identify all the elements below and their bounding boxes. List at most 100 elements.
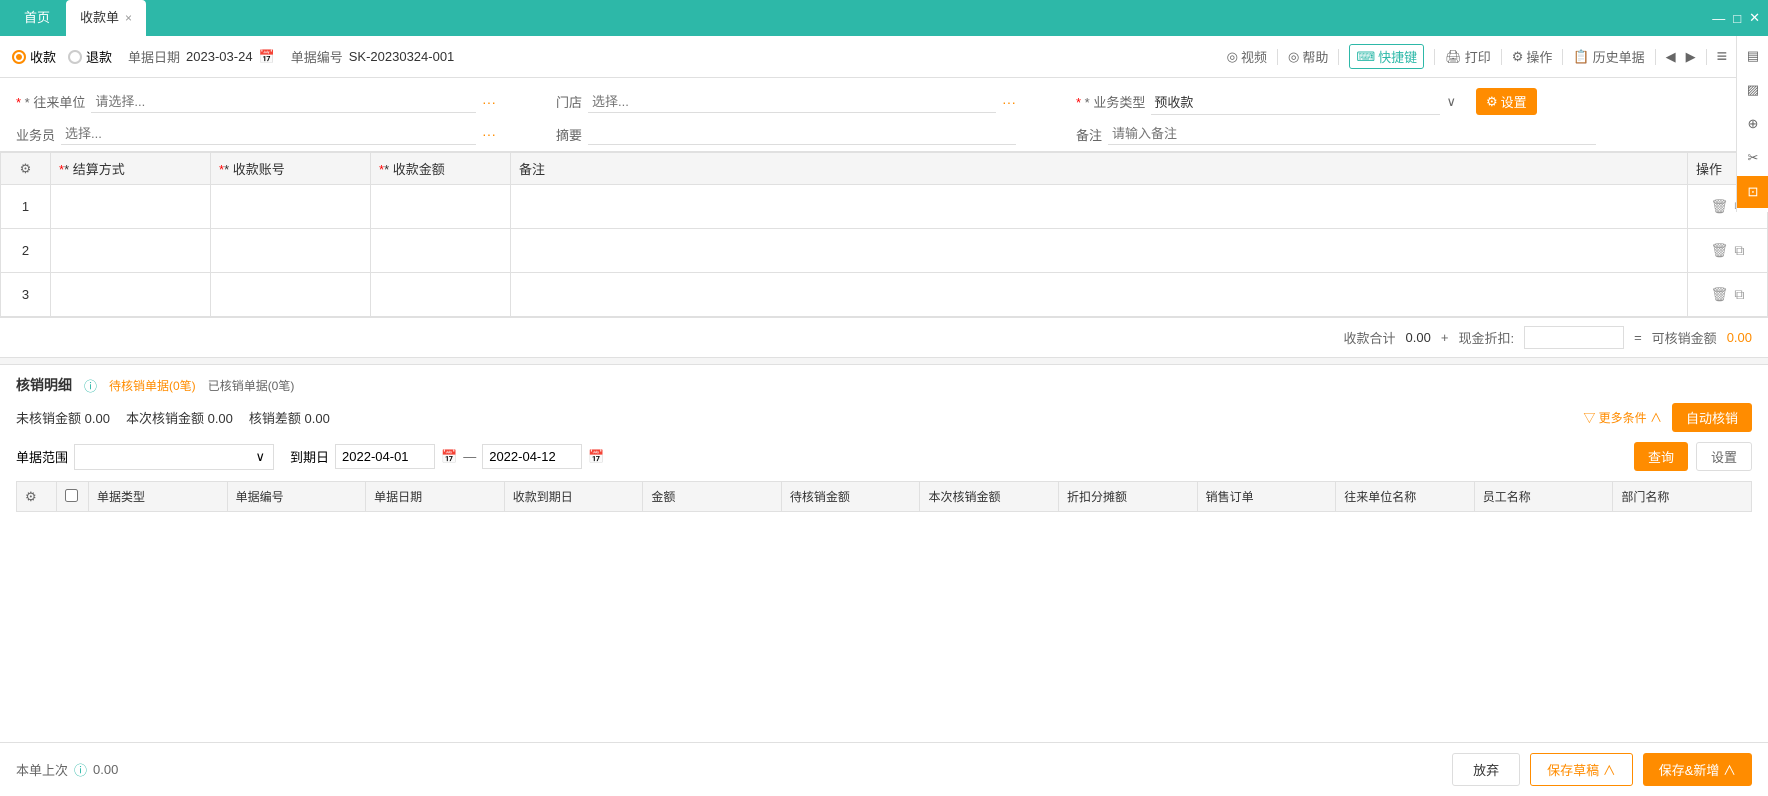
help-btn[interactable]: ◎ 帮助	[1288, 47, 1328, 66]
table-gear-icon[interactable]: ⚙	[20, 161, 32, 176]
menDian-dots[interactable]: ···	[1002, 94, 1016, 110]
more-conditions-btn[interactable]: ▽ 更多条件 ∧	[1583, 409, 1662, 426]
delete-icon-1[interactable]: 🗑	[1711, 198, 1729, 215]
menDian-field: 门店 ···	[556, 91, 1016, 113]
bottom-col-amount-header: 金额	[643, 482, 782, 512]
query-button[interactable]: 查询	[1634, 442, 1688, 471]
calendar-start-icon[interactable]: 📅	[441, 449, 457, 465]
calendar-end-icon[interactable]: 📅	[588, 449, 604, 465]
row-amount-1[interactable]	[371, 185, 511, 229]
menDian-input[interactable]	[588, 91, 996, 113]
reconcile-settings-button[interactable]: 设置	[1696, 442, 1752, 471]
tab-active[interactable]: 收款单 ×	[66, 0, 146, 36]
list-icon[interactable]: ≡	[1717, 46, 1728, 67]
shortcut-btn[interactable]: ⌨ 快捷键	[1349, 44, 1424, 69]
copy-icon-3[interactable]: ⧉	[1734, 286, 1744, 303]
bottom-col-company-header: 往来单位名称	[1336, 482, 1475, 512]
window-minimize[interactable]: —	[1712, 11, 1725, 26]
yewuYuan-dots[interactable]: ···	[482, 126, 496, 142]
sidebar-icon-3[interactable]: ⊕	[1737, 108, 1768, 140]
settings-button[interactable]: ⚙ 设置	[1476, 88, 1537, 115]
yewuLeiXing-label: * 业务类型	[1076, 92, 1145, 111]
print-btn[interactable]: 🖨 打印	[1445, 47, 1491, 66]
calendar-icon[interactable]: 📅	[259, 49, 275, 65]
divider6	[1655, 49, 1656, 65]
row-remark-3[interactable]	[511, 273, 1688, 317]
bottom-col-pending-header: 待核销金额	[781, 482, 920, 512]
pending-tab[interactable]: 待核销单据(0笔)	[109, 377, 196, 394]
row-amount-2[interactable]	[371, 229, 511, 273]
auto-reconcile-button[interactable]: 自动核销	[1672, 403, 1752, 432]
select-all-checkbox[interactable]	[65, 489, 78, 502]
expand-icon: ⊡	[1748, 184, 1759, 200]
row-num-2: 2	[1, 229, 51, 273]
tab-home[interactable]: 首页	[8, 0, 66, 36]
delete-icon-3[interactable]: 🗑	[1711, 286, 1729, 303]
row-num-3: 3	[1, 273, 51, 317]
reconcile-info-icon[interactable]: ⓘ	[84, 376, 97, 395]
danJuFanWei-select[interactable]: ∨	[74, 444, 274, 470]
daoPeRi-start-input[interactable]	[335, 444, 435, 469]
window-close[interactable]: ✕	[1749, 10, 1760, 26]
row-settle-3[interactable]	[51, 273, 211, 317]
row-account-1[interactable]	[211, 185, 371, 229]
zhaiyao-input[interactable]	[588, 123, 1016, 145]
yewuLeiXing-dropdown-icon[interactable]: ∨	[1446, 94, 1456, 110]
benDanShangCi-label: 本单上次	[16, 760, 68, 779]
laiWangDanWei-input[interactable]	[91, 91, 476, 113]
save-new-button[interactable]: 保存&新增 ∧	[1643, 753, 1752, 786]
delete-icon-2[interactable]: 🗑	[1711, 242, 1729, 259]
abandon-button[interactable]: 放弃	[1452, 753, 1520, 786]
row-account-2[interactable]	[211, 229, 371, 273]
benDanShangCi-info-icon[interactable]: ⓘ	[74, 760, 87, 779]
sidebar-icon-1[interactable]: ▤	[1737, 40, 1768, 72]
row-op-3: 🗑 ⧉	[1688, 273, 1768, 317]
radio-shoukuan[interactable]: 收款	[12, 47, 56, 66]
history-btn[interactable]: 📋 历史单据	[1573, 47, 1644, 66]
yewuYuan-input[interactable]	[61, 123, 476, 145]
video-icon: ◎	[1227, 49, 1238, 65]
bottom-col-date-header: 单据日期	[366, 482, 505, 512]
row-settle-2[interactable]	[51, 229, 211, 273]
footer-right: 放弃 保存草稿 ∧ 保存&新增 ∧	[1452, 753, 1752, 786]
row-settle-1[interactable]	[51, 185, 211, 229]
radio-shoukuan-dot	[12, 50, 26, 64]
reconcile-section: 核销明细 ⓘ 待核销单据(0笔) 已核销单据(0笔) 未核销金额 0.00 本次…	[0, 365, 1768, 512]
history-label: 历史单据	[1593, 47, 1645, 66]
settings-label: 设置	[1501, 92, 1527, 111]
summary-bar: 收款合计 0.00 + 现金折扣: = 可核销金额 0.00	[0, 317, 1768, 357]
sidebar-icon-5[interactable]: ⊡	[1737, 176, 1768, 208]
sidebar-icon-2[interactable]: ▨	[1737, 74, 1768, 106]
sidebar-icon-4[interactable]: ✂	[1737, 142, 1768, 174]
copy-icon-2[interactable]: ⧉	[1734, 242, 1744, 259]
daoPeRi-field: 到期日 📅 — 📅	[290, 444, 604, 469]
bottom-gear-icon[interactable]: ⚙	[25, 489, 37, 504]
row-amount-3[interactable]	[371, 273, 511, 317]
laiWangDanWei-field: * 往来单位 ···	[16, 91, 496, 113]
beizhu-field: 备注	[1076, 123, 1596, 145]
window-maximize[interactable]: □	[1733, 11, 1741, 26]
right-sidebar: ▤ ▨ ⊕ ✂ ⊡	[1736, 36, 1768, 212]
radio-tuikuan[interactable]: 退款	[68, 47, 112, 66]
prev-icon[interactable]: ◀	[1666, 49, 1676, 65]
done-tab[interactable]: 已核销单据(0笔)	[208, 377, 295, 394]
keHeSuoJinE-value: 0.00	[1727, 330, 1752, 345]
bottom-col-num-header: 单据编号	[227, 482, 366, 512]
row-remark-1[interactable]	[511, 185, 1688, 229]
laiWangDanWei-dots[interactable]: ···	[482, 94, 496, 110]
operation-btn[interactable]: ⚙ 操作	[1512, 47, 1553, 66]
beizhu-input[interactable]	[1108, 123, 1596, 145]
bottom-col-current-header: 本次核销金额	[920, 482, 1059, 512]
save-draft-button[interactable]: 保存草稿 ∧	[1530, 753, 1633, 786]
row-account-3[interactable]	[211, 273, 371, 317]
next-icon[interactable]: ▶	[1686, 49, 1696, 65]
reconcile-stats: 未核销金额 0.00 本次核销金额 0.00 核销差额 0.00 ▽ 更多条件 …	[16, 403, 1752, 432]
daoPeRi-end-input[interactable]	[482, 444, 582, 469]
row-remark-2[interactable]	[511, 229, 1688, 273]
tab-close-icon[interactable]: ×	[125, 0, 132, 36]
main-container: 收款 退款 单据日期 2023-03-24 📅 单据编号 SK-20230324…	[0, 36, 1768, 796]
bottom-col-gear: ⚙	[17, 482, 57, 512]
video-btn[interactable]: ◎ 视频	[1227, 47, 1267, 66]
bottom-table: ⚙ 单据类型 单据编号 单据日期 收款到期日 金额 待核销金额 本次核销金额 折…	[16, 481, 1752, 512]
xianJinZheKou-input[interactable]	[1524, 326, 1624, 349]
